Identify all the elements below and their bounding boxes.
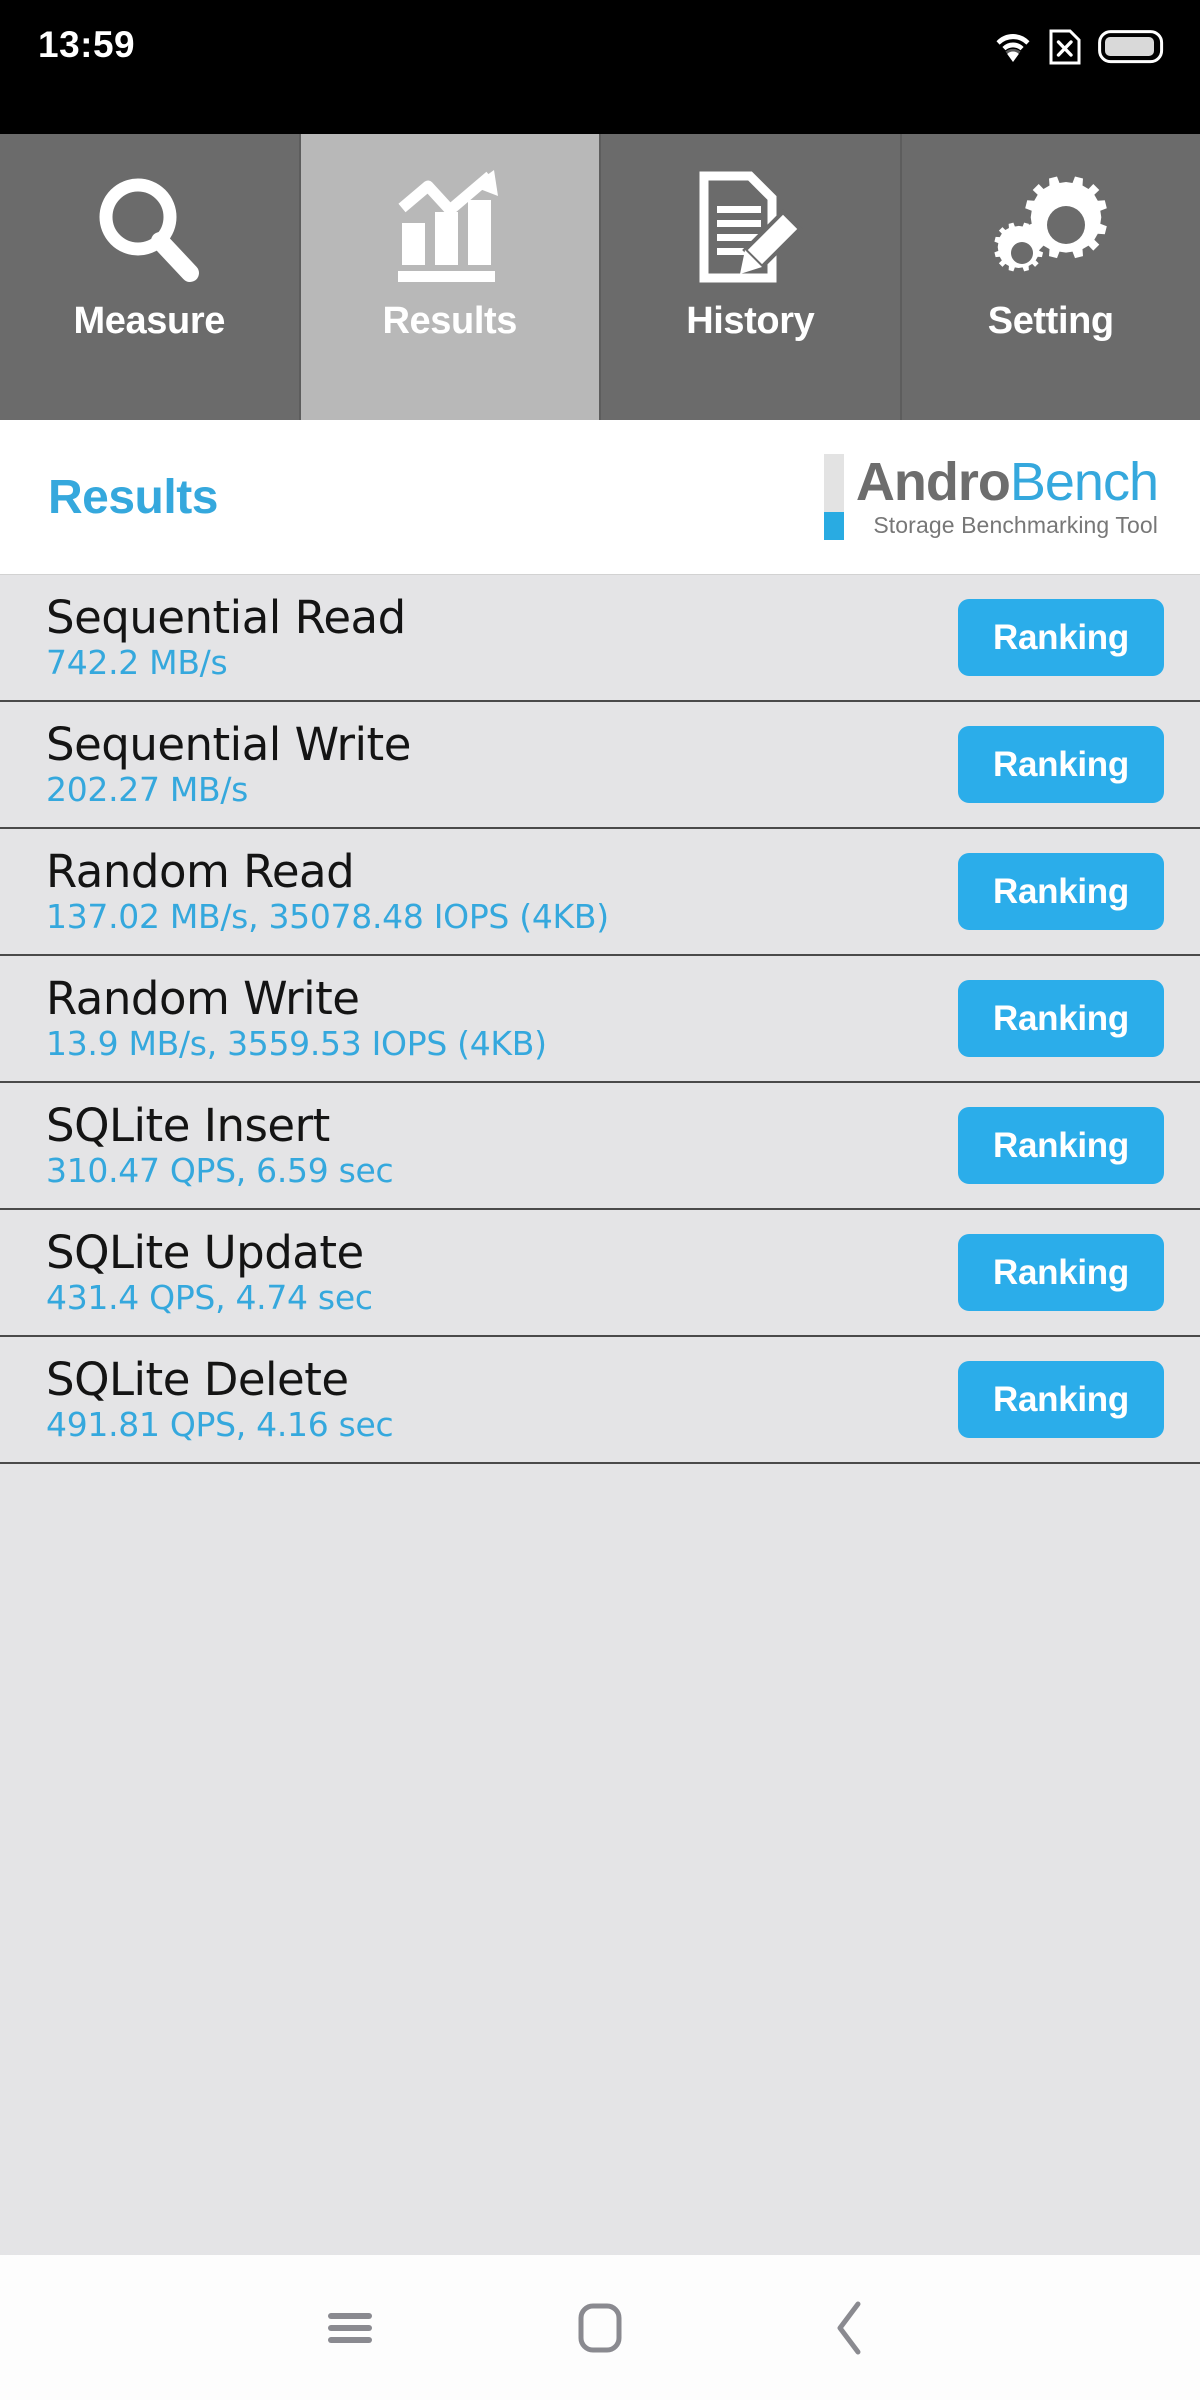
result-name: SQLite Delete (46, 1353, 349, 1407)
home-square-icon (577, 2302, 623, 2354)
tab-measure[interactable]: Measure (0, 134, 301, 420)
result-value: 431.4 QPS, 4.74 sec (46, 1277, 373, 1317)
status-bar: 13:59 (0, 0, 1200, 134)
result-name: Sequential Read (46, 591, 406, 645)
table-row[interactable]: Sequential Read 742.2 MB/s Ranking (0, 575, 1200, 702)
result-value: 310.47 QPS, 6.59 sec (46, 1150, 394, 1190)
ranking-button[interactable]: Ranking (958, 853, 1164, 930)
logo-bar-icon (823, 454, 844, 540)
result-value: 202.27 MB/s (46, 769, 249, 809)
result-value: 491.81 QPS, 4.16 sec (46, 1404, 394, 1444)
result-value: 137.02 MB/s, 35078.48 IOPS (4KB) (46, 896, 609, 936)
list-empty-space (0, 1464, 1200, 2255)
logo-wordmark: AndroBench (855, 451, 1159, 512)
ranking-button[interactable]: Ranking (958, 980, 1164, 1057)
system-nav-bar (0, 2255, 1200, 2400)
results-content: Sequential Read 742.2 MB/s Ranking Seque… (0, 575, 1200, 2255)
tab-bar: Measure Results History Setting (0, 134, 1200, 420)
sim-card-x-icon (1048, 28, 1082, 66)
result-name: Sequential Write (46, 718, 411, 772)
tab-results-label: Results (382, 300, 518, 342)
logo-tagline: Storage Benchmarking Tool (873, 512, 1158, 539)
status-clock: 13:59 (38, 24, 136, 65)
logo-andro-text: Andro (855, 451, 1011, 512)
androbench-logo: AndroBench Storage Benchmarking Tool (823, 451, 1159, 540)
result-name: SQLite Insert (46, 1099, 330, 1153)
nav-menu-button[interactable] (225, 2255, 475, 2400)
result-value: 742.2 MB/s (46, 642, 228, 682)
tab-results[interactable]: Results (300, 134, 601, 420)
magnifier-icon (89, 166, 209, 290)
document-pencil-icon (690, 166, 810, 290)
status-icon-group (994, 28, 1164, 66)
results-list: Sequential Read 742.2 MB/s Ranking Seque… (0, 575, 1200, 1464)
table-row[interactable]: SQLite Delete 491.81 QPS, 4.16 sec Ranki… (0, 1337, 1200, 1464)
tab-history-label: History (686, 300, 815, 342)
chevron-left-icon (830, 2300, 870, 2356)
hamburger-menu-icon (325, 2308, 375, 2348)
result-name: Random Write (46, 972, 360, 1026)
ranking-button[interactable]: Ranking (958, 1361, 1164, 1438)
app-header: Results AndroBench Storage Benchmarking … (0, 420, 1200, 575)
tab-history[interactable]: History (601, 134, 902, 420)
gears-icon (991, 166, 1111, 290)
wifi-icon (994, 31, 1032, 63)
phone-screen: 13:59 Measure Results History Setting Re… (0, 0, 1200, 2400)
tab-measure-label: Measure (73, 300, 226, 342)
nav-home-button[interactable] (475, 2255, 725, 2400)
table-row[interactable]: SQLite Update 431.4 QPS, 4.74 sec Rankin… (0, 1210, 1200, 1337)
table-row[interactable]: Sequential Write 202.27 MB/s Ranking (0, 702, 1200, 829)
table-row[interactable]: Random Write 13.9 MB/s, 3559.53 IOPS (4K… (0, 956, 1200, 1083)
result-name: SQLite Update (46, 1226, 364, 1280)
tab-setting-label: Setting (987, 300, 1114, 342)
ranking-button[interactable]: Ranking (958, 1107, 1164, 1184)
logo-bench-text: Bench (1009, 451, 1159, 512)
table-row[interactable]: Random Read 137.02 MB/s, 35078.48 IOPS (… (0, 829, 1200, 956)
ranking-button[interactable]: Ranking (958, 1234, 1164, 1311)
table-row[interactable]: SQLite Insert 310.47 QPS, 6.59 sec Ranki… (0, 1083, 1200, 1210)
tab-setting[interactable]: Setting (901, 134, 1200, 420)
ranking-button[interactable]: Ranking (958, 726, 1164, 803)
ranking-button[interactable]: Ranking (958, 599, 1164, 676)
nav-back-button[interactable] (725, 2255, 975, 2400)
result-value: 13.9 MB/s, 3559.53 IOPS (4KB) (46, 1023, 547, 1063)
bar-chart-arrow-icon (390, 166, 510, 290)
battery-icon (1098, 30, 1164, 64)
result-name: Random Read (46, 845, 355, 899)
page-title: Results (48, 470, 218, 524)
